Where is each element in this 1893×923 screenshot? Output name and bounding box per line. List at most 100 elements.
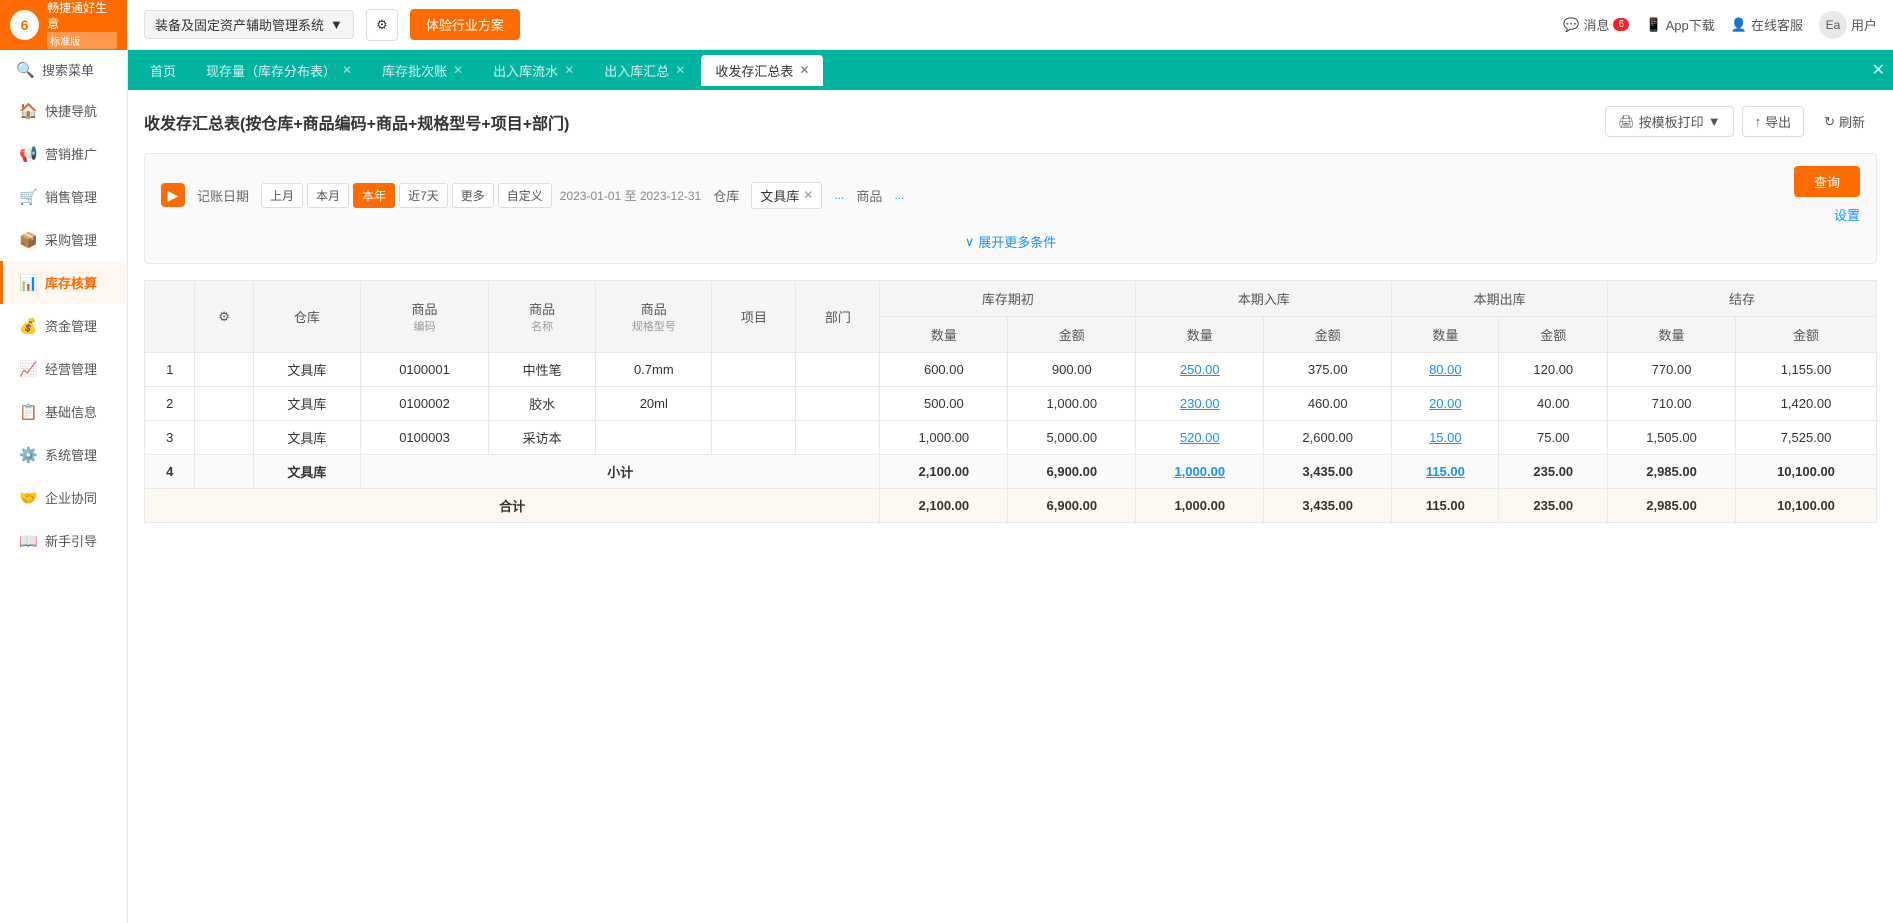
print-button[interactable]: 🖨 按模板打印 ▼ <box>1605 106 1733 137</box>
th-goods-name: 商品名称 <box>489 281 596 353</box>
tab-inout-summary[interactable]: 出入库汇总 ✕ <box>590 55 699 86</box>
tab-close-icon[interactable]: ✕ <box>564 63 574 77</box>
cell-out-qty[interactable]: 20.00 <box>1392 387 1499 421</box>
sidebar-item-label: 企业协同 <box>45 488 97 507</box>
system-icon: ⚙️ <box>19 446 37 464</box>
cell-in-amt: 460.00 <box>1264 387 1392 421</box>
tab-batch[interactable]: 库存批次账 ✕ <box>368 55 477 86</box>
sidebar-item-basic[interactable]: 📋 基础信息 <box>0 390 127 433</box>
export-button[interactable]: ↑ 导出 <box>1742 106 1805 137</box>
sidebar-item-quick-nav[interactable]: 🏠 快捷导航 <box>0 89 127 132</box>
basic-icon: 📋 <box>19 403 37 421</box>
refresh-button[interactable]: ↻ 刷新 <box>1812 107 1877 136</box>
tab-label: 库存批次账 <box>382 61 447 80</box>
app-logo: 6 畅捷通好生意 标准版 <box>0 0 127 50</box>
tab-recv-send-summary[interactable]: 收发存汇总表 ✕ <box>701 55 823 86</box>
tab-close-icon[interactable]: ✕ <box>799 63 809 77</box>
goods-more-button[interactable]: ... <box>894 188 904 202</box>
tab-label: 出入库汇总 <box>604 61 669 80</box>
system-selector[interactable]: 装备及固定资产辅助管理系统 ▼ <box>144 10 354 39</box>
cell-name: 采访本 <box>489 421 596 455</box>
user-label: 用户 <box>1851 15 1877 34</box>
sidebar-item-sales[interactable]: 🛒 销售管理 <box>0 175 127 218</box>
tab-home[interactable]: 首页 <box>136 55 190 86</box>
sidebar-item-business[interactable]: 📈 经营管理 <box>0 347 127 390</box>
topbar: 装备及固定资产辅助管理系统 ▼ ⚙ 体验行业方案 💬 消息 6 📱 App下载 … <box>128 0 1893 50</box>
th-period-in-group: 本期入库 <box>1136 281 1392 317</box>
cell-settings <box>195 421 253 455</box>
cell-out-qty[interactable]: 80.00 <box>1392 353 1499 387</box>
goods-filter-label: 商品 <box>856 186 882 205</box>
date-btn-last-month[interactable]: 上月 <box>261 183 303 208</box>
online-service-button[interactable]: 👤 在线客服 <box>1731 15 1803 34</box>
date-btn-more[interactable]: 更多 <box>452 183 494 208</box>
sidebar-item-search[interactable]: 🔍 搜索菜单 <box>0 50 127 89</box>
sidebar-item-label: 新手引导 <box>45 531 97 550</box>
sidebar-item-purchase[interactable]: 📦 采购管理 <box>0 218 127 261</box>
service-icon: 👤 <box>1731 17 1747 33</box>
cell-sub-out-amt: 235.00 <box>1499 455 1608 489</box>
cell-bal-amt: 1,420.00 <box>1736 387 1877 421</box>
user-button[interactable]: Ea 用户 <box>1819 11 1877 39</box>
config-button[interactable]: ⚙ <box>366 9 398 41</box>
settings-link[interactable]: 设置 <box>1834 205 1860 224</box>
print-icon: 🖨 <box>1618 114 1635 130</box>
cell-in-qty[interactable]: 230.00 <box>1136 387 1264 421</box>
cell-in-qty[interactable]: 250.00 <box>1136 353 1264 387</box>
total-in-amt: 3,435.00 <box>1264 489 1392 523</box>
tab-label: 收发存汇总表 <box>715 61 793 80</box>
app-name: 畅捷通好生意 <box>47 1 117 32</box>
subtotal-row: 4 文具库 小计 2,100.00 6,900.00 1,000.00 3,43… <box>145 455 1877 489</box>
date-btn-this-year[interactable]: 本年 <box>353 183 395 208</box>
tab-close-icon[interactable]: ✕ <box>342 63 352 77</box>
sidebar-item-collab[interactable]: 🤝 企业协同 <box>0 476 127 519</box>
trial-button[interactable]: 体验行业方案 <box>410 9 520 40</box>
tab-close-icon[interactable]: ✕ <box>453 63 463 77</box>
date-btn-7days[interactable]: 近7天 <box>399 183 448 208</box>
tab-close-icon[interactable]: ✕ <box>675 63 685 77</box>
sidebar-item-system[interactable]: ⚙️ 系统管理 <box>0 433 127 476</box>
cell-sub-out-qty: 115.00 <box>1392 455 1499 489</box>
cell-dept <box>796 421 880 455</box>
expand-conditions-button[interactable]: ∨ 展开更多条件 <box>965 232 1057 251</box>
th-goods-spec: 商品规格型号 <box>596 281 712 353</box>
filter-bar: ▶ 记账日期 上月 本月 本年 近7天 更多 自定义 2023-01-01 至 … <box>144 153 1877 264</box>
warehouse-more-button[interactable]: ... <box>834 188 844 202</box>
total-in-qty: 1,000.00 <box>1136 489 1264 523</box>
warehouse-tag: 文具库 ✕ <box>751 182 822 209</box>
message-button[interactable]: 💬 消息 6 <box>1563 15 1629 34</box>
cell-settings <box>195 387 253 421</box>
query-button[interactable]: 查询 <box>1794 166 1860 197</box>
cell-open-amt: 900.00 <box>1008 353 1136 387</box>
sidebar-item-finance[interactable]: 💰 资金管理 <box>0 304 127 347</box>
sidebar: 6 畅捷通好生意 标准版 🔍 搜索菜单 🏠 快捷导航 📢 营销推广 🛒 销售管理… <box>0 0 128 923</box>
close-all-tabs-button[interactable]: ✕ <box>1872 60 1885 80</box>
date-btn-this-month[interactable]: 本月 <box>307 183 349 208</box>
total-label: 合计 <box>145 489 880 523</box>
warehouse-tag-close[interactable]: ✕ <box>803 188 813 202</box>
cell-rownum: 3 <box>145 421 195 455</box>
cell-sub-bal-qty: 2,985.00 <box>1608 455 1736 489</box>
sales-icon: 🛒 <box>19 188 37 206</box>
cell-code: 0100003 <box>361 421 489 455</box>
th-open-amt: 金额 <box>1008 317 1136 353</box>
tab-inout-flow[interactable]: 出入库流水 ✕ <box>479 55 588 86</box>
sidebar-item-guide[interactable]: 📖 新手引导 <box>0 519 127 562</box>
sidebar-item-marketing[interactable]: 📢 营销推广 <box>0 132 127 175</box>
date-filter-label: 记账日期 <box>197 186 249 205</box>
cell-open-amt: 5,000.00 <box>1008 421 1136 455</box>
tab-stock-dist[interactable]: 现存量（库存分布表） ✕ <box>192 55 366 86</box>
date-btn-custom[interactable]: 自定义 <box>498 183 552 208</box>
cell-bal-qty: 1,505.00 <box>1608 421 1736 455</box>
th-settings[interactable]: ⚙ <box>195 281 253 353</box>
cell-out-qty[interactable]: 15.00 <box>1392 421 1499 455</box>
tab-label: 现存量（库存分布表） <box>206 61 336 80</box>
date-range-display: 2023-01-01 至 2023-12-31 <box>560 187 701 204</box>
cell-rownum: 1 <box>145 353 195 387</box>
marketing-icon: 📢 <box>19 145 37 163</box>
filter-expand-button[interactable]: ▶ <box>161 183 185 207</box>
sidebar-item-inventory[interactable]: 📊 库存核算 <box>0 261 127 304</box>
cell-dept <box>796 387 880 421</box>
app-download-button[interactable]: 📱 App下载 <box>1645 15 1714 34</box>
cell-in-qty[interactable]: 520.00 <box>1136 421 1264 455</box>
